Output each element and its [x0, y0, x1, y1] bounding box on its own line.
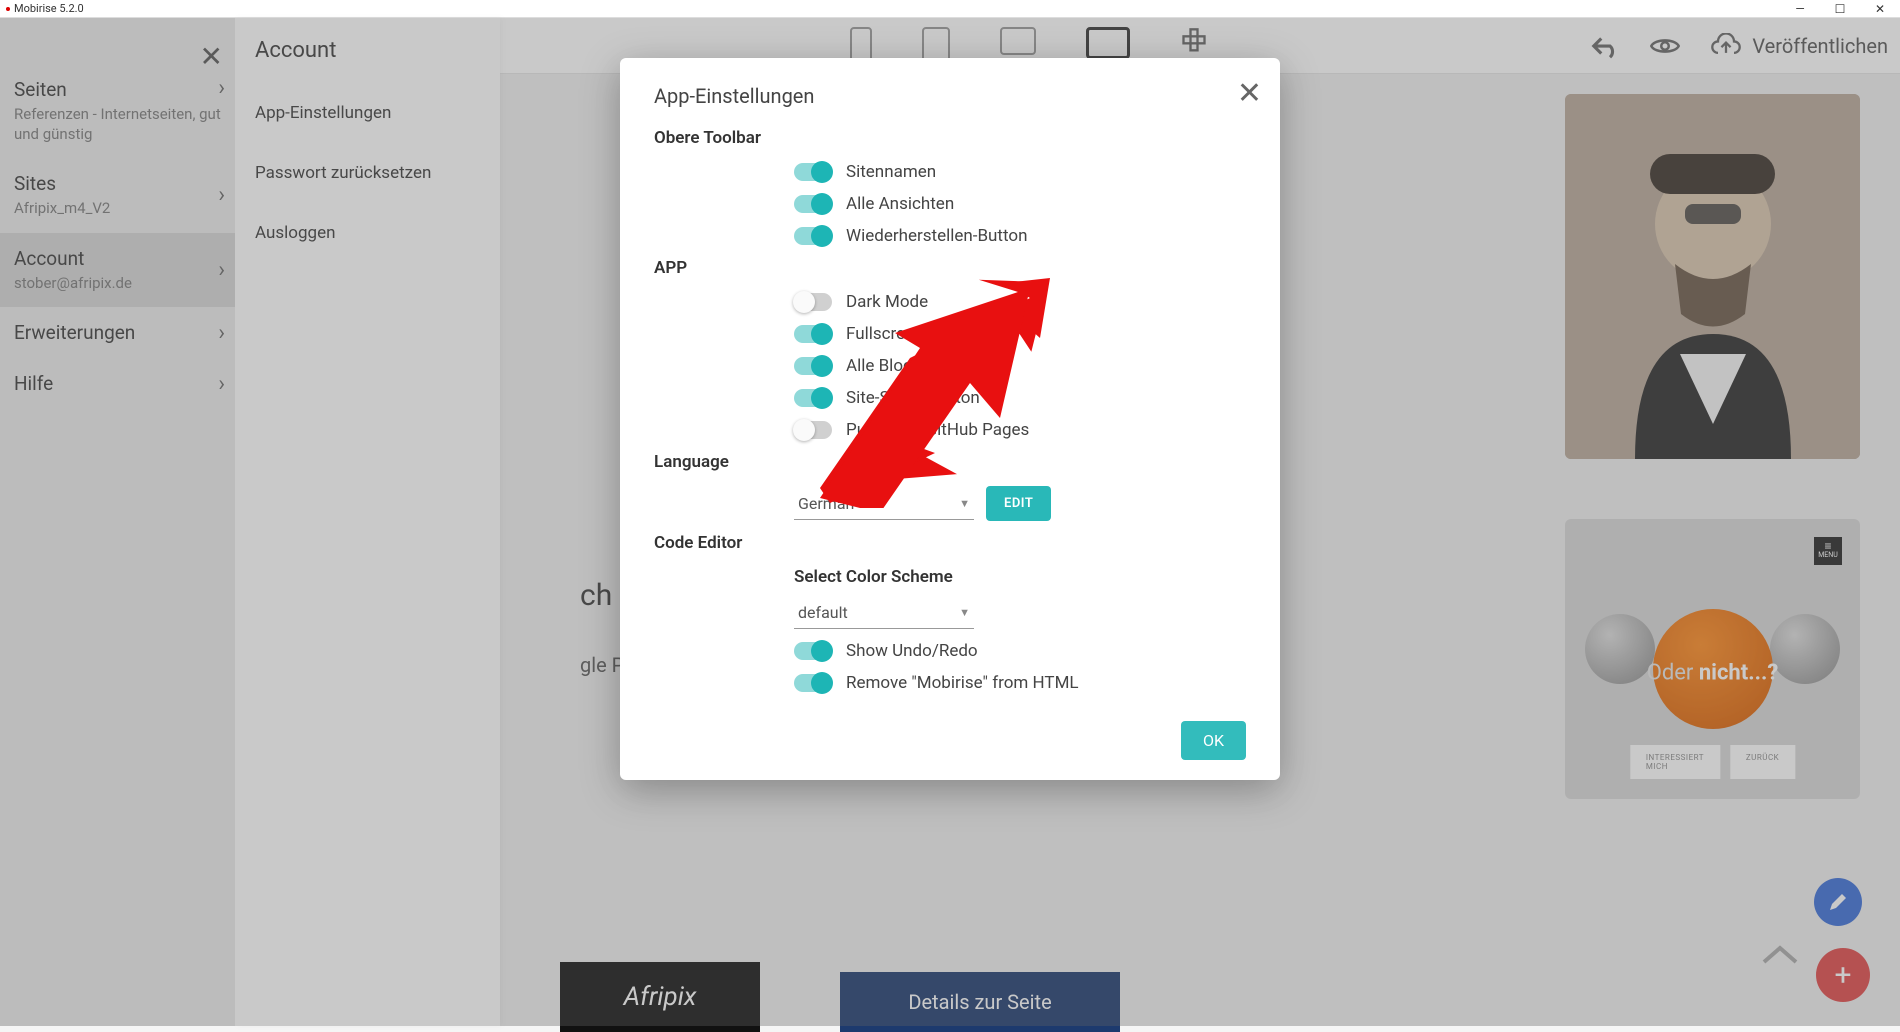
annotation-arrow-icon: [800, 278, 1050, 508]
app-root: ✕ Seiten Referenzen - Internetseiten, gu…: [0, 18, 1900, 1026]
dropdown-caret-icon: ▼: [959, 606, 970, 619]
option-wiederherstellen: Wiederherstellen-Button: [794, 226, 1246, 246]
section-toolbar: Obere Toolbar: [654, 128, 1246, 148]
toggle-wiederherstellen[interactable]: [794, 227, 832, 245]
option-show-undo: Show Undo/Redo: [794, 641, 1246, 661]
option-sitennamen: Sitennamen: [794, 162, 1246, 182]
option-label: Show Undo/Redo: [846, 641, 978, 661]
modal-title: App-Einstellungen: [654, 84, 1246, 108]
window-maximize-button[interactable]: ☐: [1820, 0, 1860, 18]
option-label: Wiederherstellen-Button: [846, 226, 1027, 246]
modal-close-icon[interactable]: ✕: [1237, 76, 1262, 111]
option-label: Sitennamen: [846, 162, 936, 182]
window-close-button[interactable]: ✕: [1860, 0, 1900, 18]
app-title: Mobirise 5.2.0: [14, 2, 84, 15]
toggle-show-undo[interactable]: [794, 642, 832, 660]
modal-ok-button[interactable]: OK: [1181, 721, 1246, 760]
toggle-remove-mobirise[interactable]: [794, 674, 832, 692]
window-controls: — ☐ ✕: [1780, 0, 1900, 18]
section-code-editor: Code Editor: [654, 533, 1246, 553]
color-scheme-select[interactable]: default ▼: [794, 597, 974, 629]
option-alle-ansichten: Alle Ansichten: [794, 194, 1246, 214]
toggle-alle-ansichten[interactable]: [794, 195, 832, 213]
toggle-sitennamen[interactable]: [794, 163, 832, 181]
color-scheme-value: default: [798, 603, 848, 622]
option-remove-mobirise: Remove "Mobirise" from HTML: [794, 673, 1246, 693]
color-scheme-label: Select Color Scheme: [794, 567, 1246, 587]
color-scheme-block: default ▼: [794, 597, 1246, 629]
window-minimize-button[interactable]: —: [1780, 0, 1820, 18]
app-indicator-dot: [6, 7, 10, 11]
option-label: Alle Ansichten: [846, 194, 954, 214]
window-titlebar: Mobirise 5.2.0 — ☐ ✕: [0, 0, 1900, 18]
section-app: APP: [654, 258, 1246, 278]
option-label: Remove "Mobirise" from HTML: [846, 673, 1079, 693]
